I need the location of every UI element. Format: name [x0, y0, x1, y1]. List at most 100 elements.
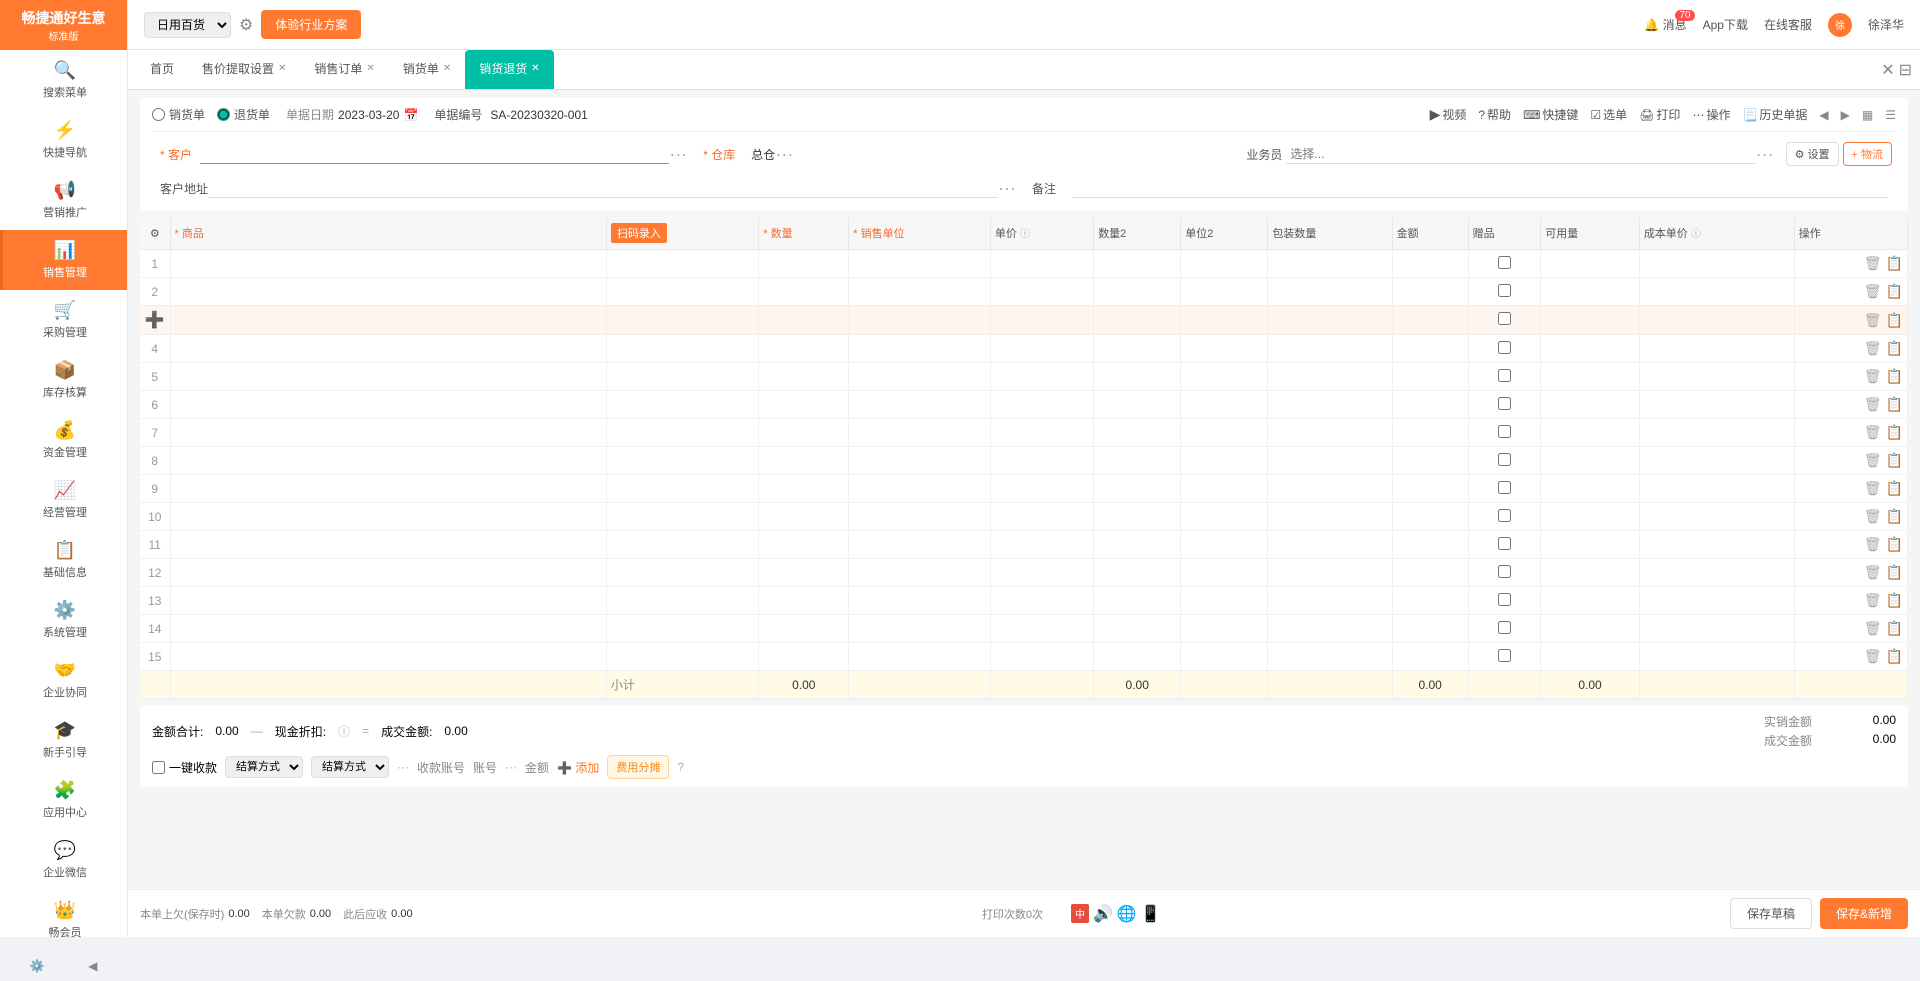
- gift-checkbox[interactable]: [1498, 509, 1511, 522]
- sidebar-item-search[interactable]: 🔍 搜索菜单: [0, 50, 127, 110]
- sidebar-item-member[interactable]: 👑 畅会员: [0, 890, 127, 950]
- address-dots[interactable]: ···: [998, 178, 1016, 199]
- sidebar-item-enterprise[interactable]: 🤝 企业协同: [0, 650, 127, 710]
- add-payment-btn[interactable]: ➕ 添加: [557, 759, 599, 776]
- copy-row-btn[interactable]: 📋: [1886, 368, 1903, 385]
- delete-row-btn[interactable]: 🗑: [1864, 592, 1882, 609]
- collapse-icon[interactable]: ◀: [88, 959, 97, 973]
- amount-cell[interactable]: [1392, 306, 1468, 335]
- copy-row-btn[interactable]: 📋: [1886, 480, 1903, 497]
- tab-close-btn[interactable]: ✕: [1881, 60, 1894, 80]
- delete-row-btn[interactable]: 🗑: [1864, 255, 1882, 272]
- calendar-icon[interactable]: 📅: [403, 108, 418, 122]
- radio-sale-label[interactable]: 销货单: [152, 106, 205, 123]
- warehouse-dots[interactable]: ···: [775, 144, 793, 165]
- gift-checkbox[interactable]: [1498, 397, 1511, 410]
- sidebar-item-newbie[interactable]: 🎓 新手引导: [0, 710, 127, 770]
- pack-qty-cell[interactable]: [1268, 306, 1392, 335]
- industry-select[interactable]: 日用百货: [144, 12, 231, 38]
- calc-info-icon[interactable]: ⓘ: [338, 723, 350, 740]
- account-select[interactable]: 结算方式: [311, 756, 389, 778]
- address-input[interactable]: [208, 179, 998, 198]
- sidebar-item-system[interactable]: ⚙️ 系统管理: [0, 590, 127, 650]
- available-cell[interactable]: [1541, 250, 1640, 278]
- toolbar-history[interactable]: 📃历史单据: [1742, 106, 1807, 123]
- copy-row-btn[interactable]: 📋: [1886, 312, 1903, 329]
- delete-row-btn[interactable]: 🗑: [1864, 368, 1882, 385]
- gift-checkbox[interactable]: [1498, 537, 1511, 550]
- gift-checkbox[interactable]: [1498, 453, 1511, 466]
- pack-qty-cell[interactable]: [1268, 278, 1392, 306]
- tab-home[interactable]: 首页: [136, 50, 188, 89]
- copy-row-btn[interactable]: 📋: [1886, 592, 1903, 609]
- col-gear[interactable]: ⚙: [140, 217, 170, 250]
- sidebar-item-wechat[interactable]: 💬 企业微信: [0, 830, 127, 890]
- account-dots[interactable]: ···: [397, 760, 409, 774]
- unit-cell[interactable]: [849, 278, 991, 306]
- sidebar-item-basic[interactable]: 📋 基础信息: [0, 530, 127, 590]
- gift-checkbox[interactable]: [1498, 369, 1511, 382]
- tab-price-setup-close[interactable]: ✕: [278, 63, 286, 74]
- sidebar-item-sales[interactable]: 📊 销售管理: [0, 230, 127, 290]
- gift-checkbox-active[interactable]: [1498, 312, 1511, 325]
- calc-method-select[interactable]: 结算方式: [225, 756, 303, 778]
- toolbar-operation[interactable]: ⋯操作: [1692, 106, 1730, 123]
- delete-row-btn[interactable]: 🗑: [1864, 620, 1882, 637]
- sidebar-item-purchase[interactable]: 🛒 采购管理: [0, 290, 127, 350]
- unit-cell[interactable]: [849, 306, 991, 335]
- qty2-cell[interactable]: [1094, 306, 1181, 335]
- product-cell[interactable]: [170, 278, 606, 306]
- amount-cell[interactable]: [1392, 250, 1468, 278]
- price-cell[interactable]: [990, 306, 1093, 335]
- radio-return[interactable]: [217, 108, 230, 121]
- qty-cell[interactable]: [759, 250, 849, 278]
- tab-sales-order-close[interactable]: ✕: [366, 63, 374, 74]
- sidebar-item-shortcut[interactable]: ⚡ 快捷导航: [0, 110, 127, 170]
- cost-price-cell[interactable]: [1639, 306, 1794, 335]
- setting-button[interactable]: ⚙ 设置: [1786, 142, 1839, 166]
- gift-checkbox[interactable]: [1498, 256, 1511, 269]
- qty2-cell[interactable]: [1094, 278, 1181, 306]
- amount-cell[interactable]: [1392, 278, 1468, 306]
- gift-checkbox[interactable]: [1498, 341, 1511, 354]
- gift-checkbox[interactable]: [1498, 565, 1511, 578]
- radio-return-label[interactable]: 退货单: [217, 106, 270, 123]
- unit2-cell[interactable]: [1181, 278, 1268, 306]
- gift-checkbox[interactable]: [1498, 649, 1511, 662]
- copy-row-btn[interactable]: 📋: [1886, 508, 1903, 525]
- qty-cell[interactable]: [759, 278, 849, 306]
- logistics-button[interactable]: + 物流: [1843, 142, 1892, 166]
- save-new-btn[interactable]: 保存&新增: [1820, 898, 1908, 929]
- tab-sales-return[interactable]: 销货退货 ✕: [465, 50, 553, 89]
- gift-checkbox[interactable]: [1498, 621, 1511, 634]
- product-cell-active[interactable]: [170, 306, 606, 335]
- toolbar-view1[interactable]: ▦: [1862, 108, 1873, 122]
- qty2-cell[interactable]: [1094, 250, 1181, 278]
- gift-checkbox[interactable]: [1498, 593, 1511, 606]
- unit2-cell[interactable]: [1181, 306, 1268, 335]
- date-value[interactable]: 2023-03-20: [338, 108, 399, 122]
- copy-row-btn[interactable]: 📋: [1886, 424, 1903, 441]
- price-cell[interactable]: [990, 250, 1093, 278]
- delete-row-btn[interactable]: 🗑: [1864, 312, 1882, 329]
- copy-row-btn[interactable]: 📋: [1886, 340, 1903, 357]
- delete-row-btn[interactable]: 🗑: [1864, 283, 1882, 300]
- cost-price-cell[interactable]: [1639, 250, 1794, 278]
- sidebar-item-finance[interactable]: 💰 资金管理: [0, 410, 127, 470]
- customer-dots[interactable]: ···: [669, 144, 687, 165]
- tab-sales-delivery[interactable]: 销货单 ✕: [389, 50, 465, 89]
- copy-row-btn[interactable]: 📋: [1886, 564, 1903, 581]
- copy-row-btn[interactable]: 📋: [1886, 396, 1903, 413]
- toolbar-prev[interactable]: ◀: [1819, 108, 1828, 122]
- toolbar-video[interactable]: ▶视频: [1430, 106, 1467, 123]
- toolbar-view2[interactable]: ☰: [1885, 108, 1896, 122]
- user-name[interactable]: 徐泽华: [1868, 16, 1904, 33]
- remark-input[interactable]: [1072, 179, 1888, 198]
- account-num-dots[interactable]: ···: [505, 760, 517, 774]
- add-row-btn[interactable]: ➕: [145, 312, 165, 329]
- experience-btn[interactable]: 体验行业方案: [261, 10, 361, 39]
- product-input[interactable]: [175, 313, 602, 328]
- available-cell[interactable]: [1541, 306, 1640, 335]
- delete-row-btn[interactable]: 🗑: [1864, 536, 1882, 553]
- copy-row-btn[interactable]: 📋: [1886, 452, 1903, 469]
